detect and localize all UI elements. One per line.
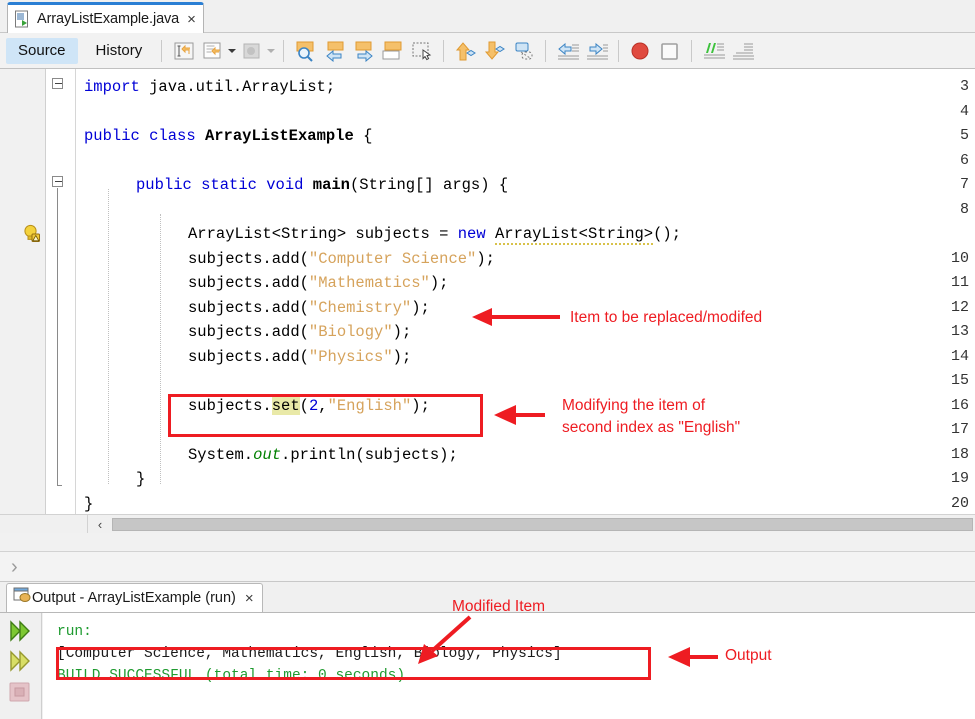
uncomment-icon[interactable] [729,37,756,64]
code-line[interactable]: public static void main(String[] args) { [84,173,508,198]
editor-toolbar: Source History [0,33,975,69]
find-selection-icon[interactable] [292,37,319,64]
code-line[interactable]: } [84,492,93,517]
comment-icon[interactable] [700,37,727,64]
shift-right-icon[interactable] [583,37,610,64]
toolbar-separator-5 [618,39,620,62]
annot-item-replaced: Item to be replaced/modifed [570,309,763,326]
code-line[interactable]: public class ArrayListExample { [84,124,372,149]
code-line[interactable]: ArrayList<String> subjects = new ArrayLi… [84,222,681,247]
java-file-icon [14,10,31,29]
editor-tabbar: ArrayListExample.java × [0,0,975,33]
close-icon[interactable]: × [187,12,196,27]
line-number-gutter [0,69,46,533]
code-line[interactable]: subjects.set(2,"English"); [84,394,430,419]
toggle-bookmark-icon[interactable] [510,37,537,64]
output-line: [Computer Science, Mathematics, English,… [57,646,562,662]
output-tab-label: Output - ArrayListExample (run) [32,590,236,606]
code-line[interactable]: System.out.println(subjects); [84,443,458,468]
find-next-icon[interactable] [350,37,377,64]
code-line[interactable]: subjects.add("Biology"); [84,320,411,345]
tab-history-label: History [95,42,143,59]
code-line[interactable]: subjects.add("Chemistry"); [84,296,430,321]
hscroll-track[interactable] [112,517,973,531]
fold-toggle-line3[interactable] [52,78,63,89]
shift-left-icon[interactable] [554,37,581,64]
output-gutter [0,613,42,719]
toggle-rect-select-icon[interactable] [408,37,435,64]
hscroll-thumb[interactable] [112,517,973,531]
toolbar-separator [161,39,163,62]
output-line: BUILD SUCCESSFUL (total time: 0 seconds) [57,668,406,684]
output-tab[interactable]: Output - ArrayListExample (run) × [6,583,263,612]
last-edit-icon[interactable] [170,37,197,64]
output-line: run: [57,624,92,640]
output-console[interactable]: run: [Computer Science, Mathematics, Engl… [43,613,975,719]
code-fold-gutter [47,69,76,533]
find-previous-icon[interactable] [321,37,348,64]
annot-modified-item: Modified Item [452,598,546,615]
toggle-rectangular-selection-icon[interactable] [238,37,265,64]
refactor-dropdown-caret[interactable] [227,37,237,64]
warning-lightbulb-icon[interactable] [22,224,41,243]
tab-source[interactable]: Source [6,37,78,64]
file-tab-arraylistexample[interactable]: ArrayListExample.java × [7,2,204,33]
hscroll-left-arrow[interactable]: ‹ [88,515,112,533]
refactor-icon[interactable] [199,37,226,64]
toolbar-separator-6 [691,39,693,62]
annot-modifying-line2: second index as "English" [562,419,741,436]
rerun-icon[interactable] [8,619,34,648]
toolbar-separator-3 [443,39,445,62]
code-line[interactable]: subjects.add("Mathematics"); [84,271,448,296]
toolbar-separator-4 [545,39,547,62]
stop-icon [8,681,32,708]
tab-source-label: Source [18,42,66,59]
fold-toggle-line7[interactable] [52,176,63,187]
editor-hscrollbar[interactable]: ‹ [0,514,975,533]
tab-history[interactable]: History [84,38,155,64]
output-close-icon[interactable]: × [245,590,254,607]
output-window-icon [13,587,32,609]
annot-output: Output [725,647,772,664]
code-text[interactable]: import java.util.ArrayList; public class … [76,69,975,533]
rect-selection-caret[interactable] [266,37,276,64]
hscroll-gutter-pad [0,515,88,533]
code-line[interactable]: } [84,467,145,492]
editor-bottom-splitter[interactable]: › [0,551,975,582]
stop-macro-recording-icon[interactable] [656,37,683,64]
netbeans-window: ArrayListExample.java × Source History 3… [0,0,975,719]
annot-modifying-line1: Modifying the item of [562,397,706,414]
code-editor[interactable]: 3 4 5 6 7 8 10 11 12 13 14 15 16 17 18 19 20 import java… [0,69,975,533]
next-bookmark-icon[interactable] [481,37,508,64]
code-line[interactable]: import java.util.ArrayList; [84,75,335,100]
chevron-right-icon[interactable]: › [11,557,18,577]
rerun-alt-icon[interactable] [8,649,34,678]
code-line[interactable]: subjects.add("Physics"); [84,345,411,370]
code-line[interactable]: subjects.add("Computer Science"); [84,247,495,272]
toggle-highlight-icon[interactable] [379,37,406,64]
start-macro-recording-icon[interactable] [627,37,654,64]
fold-range-line [57,188,62,486]
toolbar-separator-2 [283,39,285,62]
file-tab-label: ArrayListExample.java [37,11,180,27]
previous-bookmark-icon[interactable] [452,37,479,64]
